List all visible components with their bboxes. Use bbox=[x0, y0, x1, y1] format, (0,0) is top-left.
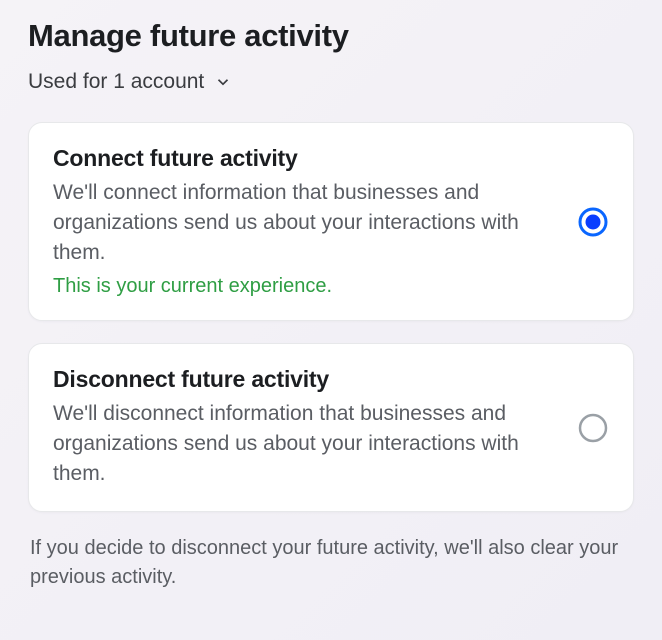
option-disconnect-title: Disconnect future activity bbox=[53, 366, 557, 393]
page-title: Manage future activity bbox=[28, 18, 634, 54]
option-connect-note: This is your current experience. bbox=[53, 275, 557, 298]
option-connect-content: Connect future activity We'll connect in… bbox=[53, 145, 557, 298]
radio-disconnect-unselected[interactable] bbox=[577, 412, 609, 444]
option-connect[interactable]: Connect future activity We'll connect in… bbox=[28, 122, 634, 321]
option-disconnect-description: We'll disconnect information that busine… bbox=[53, 399, 557, 488]
account-selector[interactable]: Used for 1 account bbox=[28, 70, 634, 94]
chevron-down-icon bbox=[214, 73, 232, 91]
option-connect-title: Connect future activity bbox=[53, 145, 557, 172]
footer-text: If you decide to disconnect your future … bbox=[28, 534, 634, 592]
account-label: Used for 1 account bbox=[28, 70, 204, 94]
radio-connect-selected[interactable] bbox=[577, 206, 609, 238]
option-connect-description: We'll connect information that businesse… bbox=[53, 178, 557, 267]
option-disconnect-content: Disconnect future activity We'll disconn… bbox=[53, 366, 557, 488]
option-disconnect[interactable]: Disconnect future activity We'll disconn… bbox=[28, 343, 634, 511]
